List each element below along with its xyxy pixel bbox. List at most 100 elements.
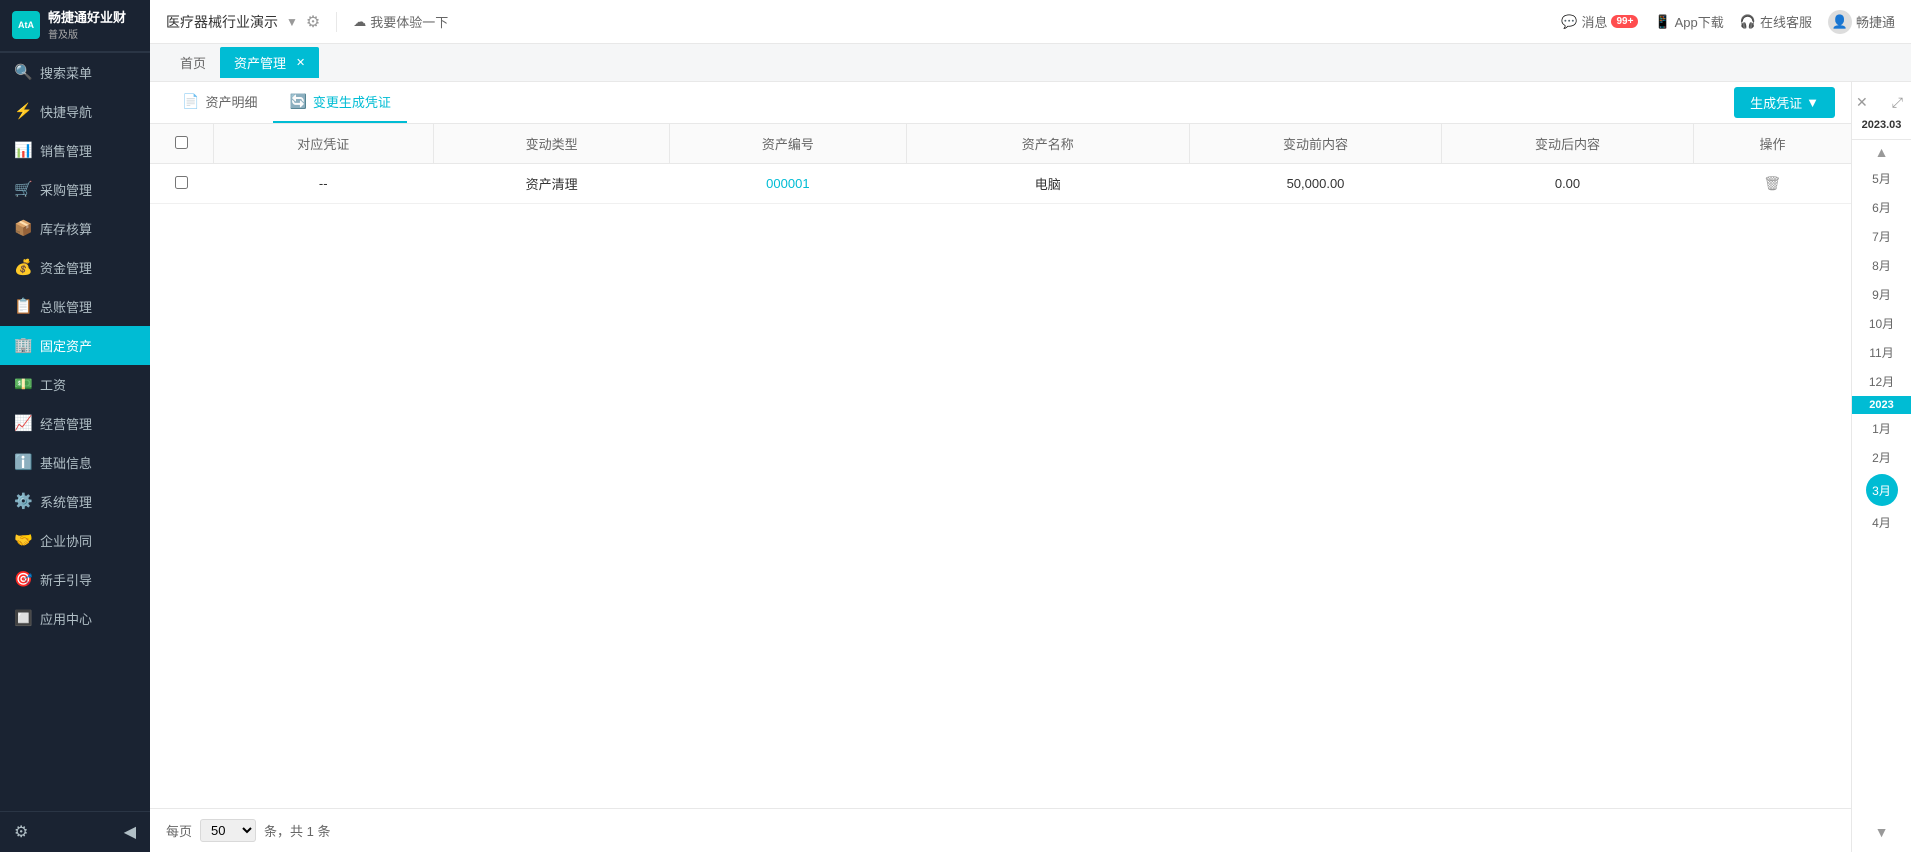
sidebar-item-enterprise[interactable]: 🤝 企业协同 <box>0 521 150 560</box>
sidebar-item-guide[interactable]: 🎯 新手引导 <box>0 560 150 599</box>
sidebar-item-quick-nav[interactable]: ⚡ 快捷导航 <box>0 92 150 131</box>
panel-month-5[interactable]: 5月 <box>1852 164 1911 193</box>
th-code: 资产编号 <box>670 124 906 164</box>
user-menu[interactable]: 👤 畅捷通 <box>1828 10 1895 34</box>
sidebar-item-purchase[interactable]: 🛒 采购管理 <box>0 170 150 209</box>
panel-month-9[interactable]: 9月 <box>1852 280 1911 309</box>
panel-month-7[interactable]: 7月 <box>1852 222 1911 251</box>
tab-home[interactable]: 首页 <box>166 47 220 78</box>
inner-tab-change-voucher[interactable]: 🔄 变更生成凭证 <box>273 82 406 123</box>
panel-scroll-down-button[interactable]: ▼ <box>1852 820 1911 844</box>
settings-gear-icon[interactable]: ⚙ <box>306 12 320 32</box>
pagination-bar: 每页 50 10 20 100 条，共 1 条 <box>150 808 1851 852</box>
user-avatar-icon: 👤 <box>1828 10 1852 34</box>
inner-tab-asset-detail[interactable]: 📄 资产明细 <box>166 82 273 123</box>
panel-month-4[interactable]: 4月 <box>1852 508 1911 537</box>
funds-icon: 💰 <box>14 258 32 276</box>
guide-icon: 🎯 <box>14 570 32 588</box>
panel-close-button[interactable]: ✕ <box>1856 94 1868 111</box>
panel-months: 5月 6月 7月 8月 9月 10月 11月 12月 2023 1月 2月 3月… <box>1852 164 1911 820</box>
search-icon: 🔍 <box>14 63 32 81</box>
panel-month-8[interactable]: 8月 <box>1852 251 1911 280</box>
chevron-down-icon: ▼ <box>1806 95 1819 110</box>
download-icon: 📱 <box>1654 14 1670 30</box>
tab-close-icon[interactable]: ✕ <box>296 56 305 69</box>
panel-month-1[interactable]: 1月 <box>1852 414 1911 443</box>
asset-detail-icon: 📄 <box>182 93 199 110</box>
sidebar-bottom: ⚙ ◀ <box>0 811 150 852</box>
sales-icon: 📊 <box>14 141 32 159</box>
sidebar-item-operations[interactable]: 📈 经营管理 <box>0 404 150 443</box>
row-checkbox[interactable] <box>175 176 188 189</box>
panel-month-3[interactable]: 3月 <box>1866 474 1898 506</box>
row-before: 50,000.00 <box>1190 164 1442 204</box>
panel-month-2[interactable]: 2月 <box>1852 443 1911 472</box>
purchase-icon: 🛒 <box>14 180 32 198</box>
th-name: 资产名称 <box>906 124 1190 164</box>
generate-voucher-button[interactable]: 生成凭证 ▼ <box>1734 87 1835 118</box>
messages-button[interactable]: 💬 消息 99 <box>1561 12 1638 31</box>
sidebar-item-salary[interactable]: 💵 工资 <box>0 365 150 404</box>
row-name: 电脑 <box>906 164 1190 204</box>
app-center-icon: 🔲 <box>14 609 32 627</box>
row-action: 🗑 <box>1694 164 1852 204</box>
sidebar-item-base-info[interactable]: ℹ️ 基础信息 <box>0 443 150 482</box>
company-chevron-icon[interactable]: ▼ <box>286 15 298 29</box>
sidebar-item-sales[interactable]: 📊 销售管理 <box>0 131 150 170</box>
salary-icon: 💵 <box>14 375 32 393</box>
row-voucher: -- <box>213 164 434 204</box>
per-page-select[interactable]: 50 10 20 100 <box>200 819 256 842</box>
table-wrapper: 对应凭证 变动类型 资产编号 资产名称 变动前内容 变动后内容 操作 <box>150 124 1851 808</box>
main-area: 医疗器械行业演示 ▼ ⚙ ☁ 我要体验一下 💬 消息 99 📱 App下载 🎧 … <box>150 0 1911 852</box>
panel-header: ✕ ⤢ 2023.03 <box>1852 90 1911 140</box>
sidebar-item-inventory[interactable]: 📦 库存核算 <box>0 209 150 248</box>
sidebar-logo: AtA 畅捷通好业财 普及版 <box>0 0 150 52</box>
app-name: 畅捷通好业财 <box>48 10 126 26</box>
inventory-icon: 📦 <box>14 219 32 237</box>
sidebar-item-system[interactable]: ⚙️ 系统管理 <box>0 482 150 521</box>
customer-service-button[interactable]: 🎧 在线客服 <box>1740 12 1812 31</box>
panel-month-11[interactable]: 11月 <box>1852 338 1911 367</box>
operations-icon: 📈 <box>14 414 32 432</box>
inner-tab-bar: 📄 资产明细 🔄 变更生成凭证 生成凭证 ▼ <box>150 82 1851 124</box>
sidebar-item-funds[interactable]: 💰 资金管理 <box>0 248 150 287</box>
company-name: 医疗器械行业演示 <box>166 12 278 32</box>
fixed-assets-icon: 🏢 <box>14 336 32 354</box>
sidebar-item-fixed-assets[interactable]: 🏢 固定资产 <box>0 326 150 365</box>
main-content: 📄 资产明细 🔄 变更生成凭证 生成凭证 ▼ <box>150 82 1851 852</box>
service-icon: 🎧 <box>1740 14 1756 30</box>
delete-row-button[interactable]: 🗑 <box>1763 175 1781 191</box>
panel-month-10[interactable]: 10月 <box>1852 309 1911 338</box>
panel-expand-button[interactable]: ⤢ <box>1892 94 1903 111</box>
sidebar: AtA 畅捷通好业财 普及版 🔍 搜索菜单 ⚡ 快捷导航 📊 销售管理 🛒 采购… <box>0 0 150 852</box>
header-divider <box>336 12 337 32</box>
panel-scroll-up-button[interactable]: ▲ <box>1852 140 1911 164</box>
th-after: 变动后内容 <box>1442 124 1694 164</box>
panel-year: 2023.03 <box>1862 119 1902 131</box>
header: 医疗器械行业演示 ▼ ⚙ ☁ 我要体验一下 💬 消息 99 📱 App下载 🎧 … <box>150 0 1911 44</box>
th-before: 变动前内容 <box>1190 124 1442 164</box>
collapse-button[interactable]: ◀ <box>124 822 136 842</box>
th-type: 变动类型 <box>434 124 670 164</box>
right-panel: ✕ ⤢ 2023.03 ▲ 5月 6月 7月 8月 9月 10月 11月 12月… <box>1851 82 1911 852</box>
sidebar-item-search[interactable]: 🔍 搜索菜单 <box>0 52 150 92</box>
change-voucher-table: 对应凭证 变动类型 资产编号 资产名称 变动前内容 变动后内容 操作 <box>150 124 1851 204</box>
content-area: 📄 资产明细 🔄 变更生成凭证 生成凭证 ▼ <box>150 82 1911 852</box>
panel-month-12[interactable]: 12月 <box>1852 367 1911 396</box>
sidebar-nav: 🔍 搜索菜单 ⚡ 快捷导航 📊 销售管理 🛒 采购管理 📦 库存核算 💰 资金管… <box>0 52 150 811</box>
row-code: 000001 <box>670 164 906 204</box>
tab-asset-management[interactable]: 资产管理 ✕ <box>220 47 319 78</box>
enterprise-icon: 🤝 <box>14 531 32 549</box>
app-download-button[interactable]: 📱 App下载 <box>1654 12 1723 31</box>
experience-button[interactable]: ☁ 我要体验一下 <box>353 12 448 31</box>
row-type: 资产清理 <box>434 164 670 204</box>
panel-year-2023: 2023 <box>1852 396 1911 414</box>
total-label: 条，共 1 条 <box>264 821 330 840</box>
sidebar-item-app-center[interactable]: 🔲 应用中心 <box>0 599 150 638</box>
select-all-checkbox[interactable] <box>175 136 188 149</box>
base-info-icon: ℹ️ <box>14 453 32 471</box>
sidebar-item-ledger[interactable]: 📋 总账管理 <box>0 287 150 326</box>
table-row: -- 资产清理 000001 电脑 50,000.00 0.00 🗑 <box>150 164 1851 204</box>
panel-month-6[interactable]: 6月 <box>1852 193 1911 222</box>
settings-button[interactable]: ⚙ <box>14 822 28 842</box>
